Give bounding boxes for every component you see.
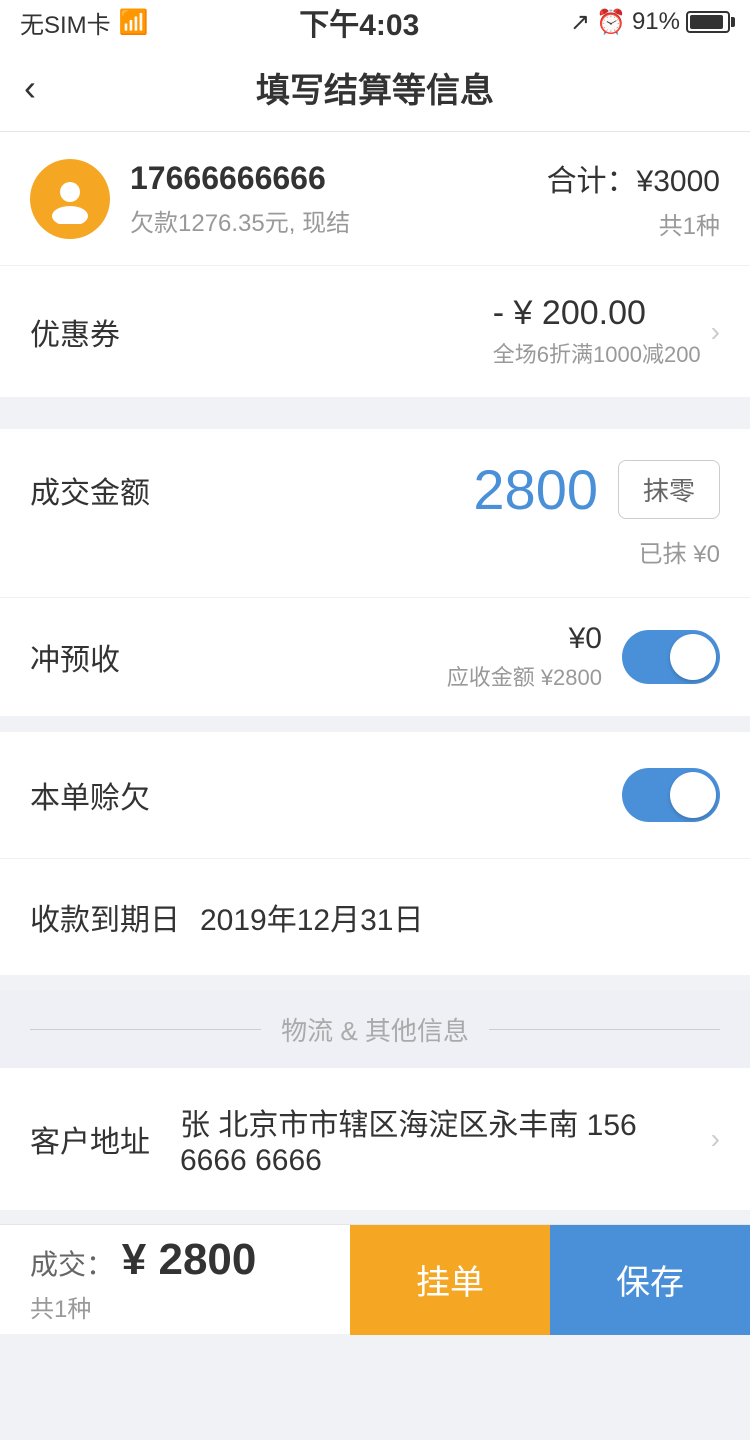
carrier-label: 无SIM卡 xyxy=(20,5,111,40)
customer-info-row: 17666666666 欠款1276.35元, 现结 合计：¥3000 共1种 xyxy=(0,132,750,265)
deal-label: 成交金额 xyxy=(30,468,150,512)
precollect-amount: ¥0 xyxy=(447,622,602,656)
duedate-value: 2019年12月31日 xyxy=(200,895,423,939)
status-right: ↗ ⏰ 91% xyxy=(570,8,730,37)
duedate-label: 收款到期日 xyxy=(30,895,180,939)
address-chevron-icon: › xyxy=(711,1123,720,1155)
round-button[interactable]: 抹零 xyxy=(618,460,720,519)
chevron-right-icon: › xyxy=(711,316,720,348)
footer-info: 成交： ¥ 2800 共1种 xyxy=(0,1235,350,1324)
address-label: 客户地址 xyxy=(30,1117,150,1161)
customer-right: 合计：¥3000 共1种 xyxy=(547,156,720,241)
section-gap-1 xyxy=(0,413,750,429)
coupon-desc: 全场6折满1000减200 xyxy=(493,337,701,369)
hang-button[interactable]: 挂单 xyxy=(350,1225,550,1335)
divider-line-right xyxy=(489,1029,720,1030)
location-icon: ↗ xyxy=(570,8,590,37)
logistics-divider: 物流 & 其他信息 xyxy=(0,991,750,1068)
coupon-label: 优惠券 xyxy=(30,310,120,354)
customer-subtitle: 欠款1276.35元, 现结 xyxy=(130,203,350,238)
debt-label: 本单赊欠 xyxy=(30,773,150,817)
total-amount: 合计：¥3000 xyxy=(547,156,720,200)
alarm-icon: ⏰ xyxy=(596,8,626,37)
status-time: 下午4:03 xyxy=(299,0,419,44)
precollect-receivable: 应收金额 ¥2800 xyxy=(447,660,602,692)
nav-title: 填写结算等信息 xyxy=(256,63,494,112)
customer-card: 17666666666 欠款1276.35元, 现结 合计：¥3000 共1种 … xyxy=(0,132,750,397)
battery-icon xyxy=(686,11,730,33)
address-value: 张 北京市市辖区海淀区永丰南 156 6666 6666 xyxy=(180,1100,711,1178)
footer-count: 共1种 xyxy=(30,1289,320,1324)
coupon-right: - ¥ 200.00 全场6折满1000减200 › xyxy=(493,294,720,369)
deal-section: 成交金额 2800 抹零 已抹 ¥0 xyxy=(0,429,750,597)
divider-line-left xyxy=(30,1029,261,1030)
debt-toggle-knob xyxy=(670,772,716,818)
precollect-toggle-knob xyxy=(670,634,716,680)
back-button[interactable]: ‹ xyxy=(24,67,36,109)
precollect-right: ¥0 应收金额 ¥2800 xyxy=(447,622,720,692)
precollect-amount-wrap: ¥0 应收金额 ¥2800 xyxy=(447,622,602,692)
customer-details: 17666666666 欠款1276.35元, 现结 xyxy=(130,160,350,238)
deal-erased: 已抹 ¥0 xyxy=(639,541,720,568)
total-count: 共1种 xyxy=(547,206,720,241)
precollect-row: 冲预收 ¥0 应收金额 ¥2800 xyxy=(0,597,750,716)
address-row[interactable]: 客户地址 张 北京市市辖区海淀区永丰南 156 6666 6666 › xyxy=(0,1068,750,1210)
coupon-row[interactable]: 优惠券 - ¥ 200.00 全场6折满1000减200 › xyxy=(0,265,750,397)
coupon-info: - ¥ 200.00 全场6折满1000减200 xyxy=(493,294,701,369)
precollect-label: 冲预收 xyxy=(30,635,120,679)
nav-bar: ‹ 填写结算等信息 xyxy=(0,44,750,132)
precollect-toggle[interactable] xyxy=(622,630,720,684)
footer: 成交： ¥ 2800 共1种 挂单 保存 xyxy=(0,1224,750,1334)
divider-label: 物流 & 其他信息 xyxy=(281,1011,469,1048)
battery-percent: 91% xyxy=(632,8,680,36)
customer-phone: 17666666666 xyxy=(130,160,350,197)
avatar xyxy=(30,159,110,239)
deal-row: 成交金额 2800 抹零 xyxy=(30,457,720,522)
duedate-row: 收款到期日 2019年12月31日 xyxy=(0,858,750,975)
footer-deal-row: 成交： ¥ 2800 xyxy=(30,1235,320,1285)
deal-value-wrap: 2800 抹零 xyxy=(473,457,720,522)
debt-row: 本单赊欠 xyxy=(0,732,750,858)
customer-left: 17666666666 欠款1276.35元, 现结 xyxy=(30,159,350,239)
debt-toggle[interactable] xyxy=(622,768,720,822)
deal-amount: 2800 xyxy=(473,457,598,522)
footer-deal-label: 成交： xyxy=(30,1249,114,1280)
status-left: 无SIM卡 📶 xyxy=(20,5,149,40)
wifi-icon: 📶 xyxy=(119,8,149,37)
section-gap-2 xyxy=(0,716,750,732)
save-button[interactable]: 保存 xyxy=(550,1225,750,1335)
status-bar: 无SIM卡 📶 下午4:03 ↗ ⏰ 91% xyxy=(0,0,750,44)
footer-amount: ¥ 2800 xyxy=(122,1235,257,1284)
coupon-discount: - ¥ 200.00 xyxy=(493,294,701,333)
